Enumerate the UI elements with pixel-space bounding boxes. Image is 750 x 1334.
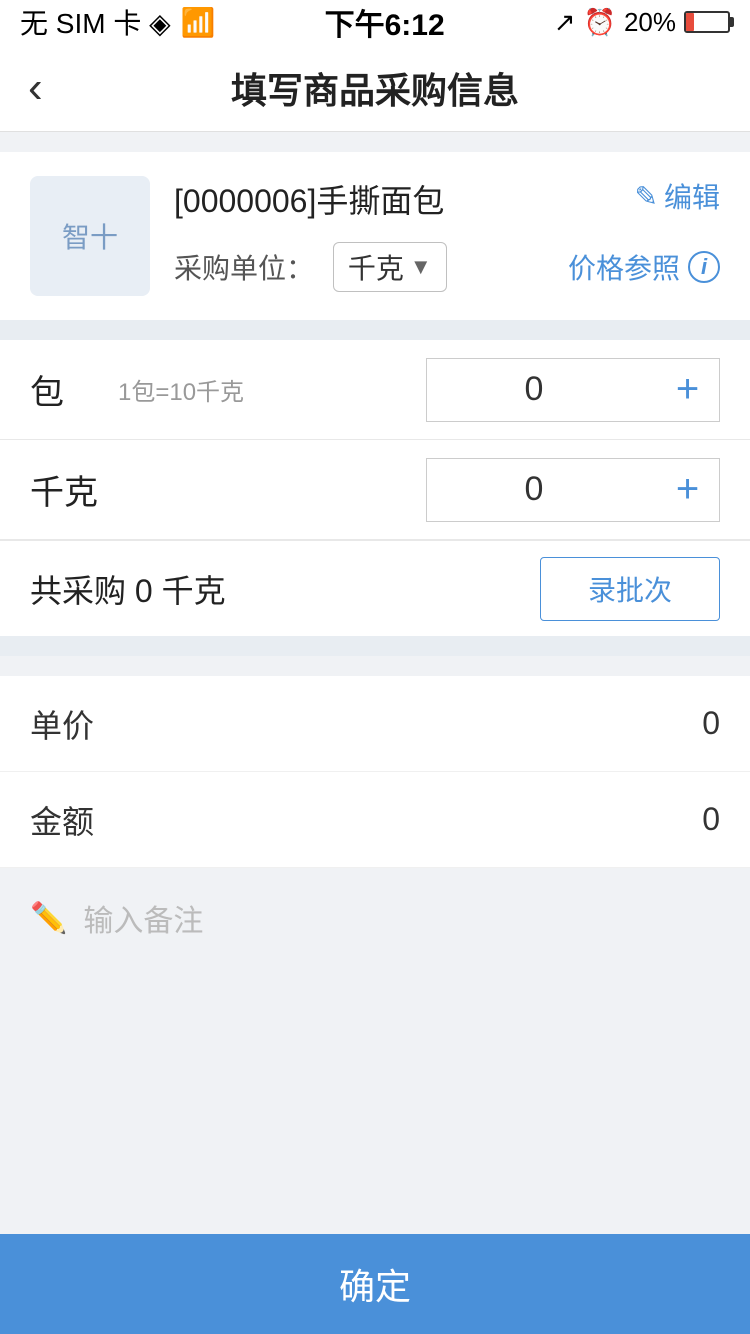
battery-percent: 20% <box>624 7 676 38</box>
record-batch-label: 录批次 <box>588 569 672 609</box>
price-ref-label: 价格参照 <box>568 247 680 287</box>
product-name-row: [0000006]手撕面包 ✎ 编辑 <box>174 176 720 222</box>
total-row: 共采购 0 千克 录批次 <box>0 540 750 636</box>
page-title: 填写商品采购信息 <box>231 62 519 114</box>
edit-button[interactable]: ✎ 编辑 <box>635 176 720 216</box>
product-info: [0000006]手撕面包 ✎ 编辑 采购单位： 千克 ▼ 价格参照 i <box>174 176 720 292</box>
bao-quantity-row: 包 1包=10千克 + <box>0 340 750 440</box>
divider-top <box>0 320 750 340</box>
unit-price-label: 单价 <box>30 701 94 747</box>
product-section: 智十 [0000006]手撕面包 ✎ 编辑 采购单位： 千克 ▼ 价格参照 i <box>0 152 750 320</box>
battery-icon <box>684 11 730 33</box>
kg-input[interactable] <box>426 458 656 522</box>
product-thumbnail: 智十 <box>30 176 150 296</box>
bao-input-wrap: + <box>426 358 720 422</box>
total-text: 共采购 0 千克 <box>30 566 226 612</box>
price-info-section: 单价 0 金额 0 <box>0 676 750 868</box>
note-placeholder: 输入备注 <box>83 896 203 940</box>
unit-price-row: 单价 0 <box>0 676 750 772</box>
amount-value: 0 <box>702 801 720 838</box>
bao-plus-button[interactable]: + <box>656 358 720 422</box>
record-batch-button[interactable]: 录批次 <box>540 557 720 621</box>
product-thumb-label: 智十 <box>62 216 118 256</box>
pencil-icon: ✏️ <box>30 901 67 936</box>
status-left: 无 SIM 卡 ◈ 📶 <box>20 2 216 42</box>
kg-label: 千克 <box>30 465 110 514</box>
unit-value: 千克 <box>348 247 404 287</box>
help-icon: i <box>688 251 720 283</box>
wifi-icon: 📶 <box>181 6 216 39</box>
location-icon: ↗ <box>554 7 576 38</box>
purchase-unit-left: 采购单位： 千克 ▼ <box>174 242 447 292</box>
unit-price-value: 0 <box>702 705 720 742</box>
dropdown-arrow-icon: ▼ <box>410 254 432 280</box>
bao-sublabel: 1包=10千克 <box>118 372 244 407</box>
back-button[interactable]: ‹ <box>28 66 43 110</box>
confirm-button[interactable]: 确定 <box>0 1234 750 1334</box>
amount-label: 金额 <box>30 797 94 843</box>
sim-status: 无 SIM 卡 ◈ <box>20 2 171 42</box>
nav-bar: ‹ 填写商品采购信息 <box>0 44 750 132</box>
kg-quantity-row: 千克 + <box>0 440 750 540</box>
bao-label: 包 <box>30 365 110 414</box>
alarm-icon: ⏰ <box>584 7 616 38</box>
purchase-unit-label: 采购单位： <box>174 253 314 284</box>
status-time: 下午6:12 <box>325 0 445 44</box>
bao-input[interactable] <box>426 358 656 422</box>
amount-row: 金额 0 <box>0 772 750 868</box>
edit-icon: ✎ <box>635 180 658 213</box>
unit-dropdown[interactable]: 千克 ▼ <box>333 242 447 292</box>
status-bar: 无 SIM 卡 ◈ 📶 下午6:12 ↗ ⏰ 20% <box>0 0 750 44</box>
product-name: [0000006]手撕面包 <box>174 176 444 222</box>
kg-input-wrap: + <box>426 458 720 522</box>
quantity-section: 包 1包=10千克 + 千克 + 共采购 0 千克 录批次 <box>0 340 750 636</box>
kg-plus-button[interactable]: + <box>656 458 720 522</box>
divider-middle <box>0 636 750 656</box>
note-section[interactable]: ✏️ 输入备注 <box>0 868 750 968</box>
edit-label: 编辑 <box>664 176 720 216</box>
purchase-unit-row: 采购单位： 千克 ▼ 价格参照 i <box>174 242 720 292</box>
price-ref-button[interactable]: 价格参照 i <box>568 247 720 287</box>
status-right: ↗ ⏰ 20% <box>554 7 730 38</box>
bottom-space <box>0 968 750 1228</box>
